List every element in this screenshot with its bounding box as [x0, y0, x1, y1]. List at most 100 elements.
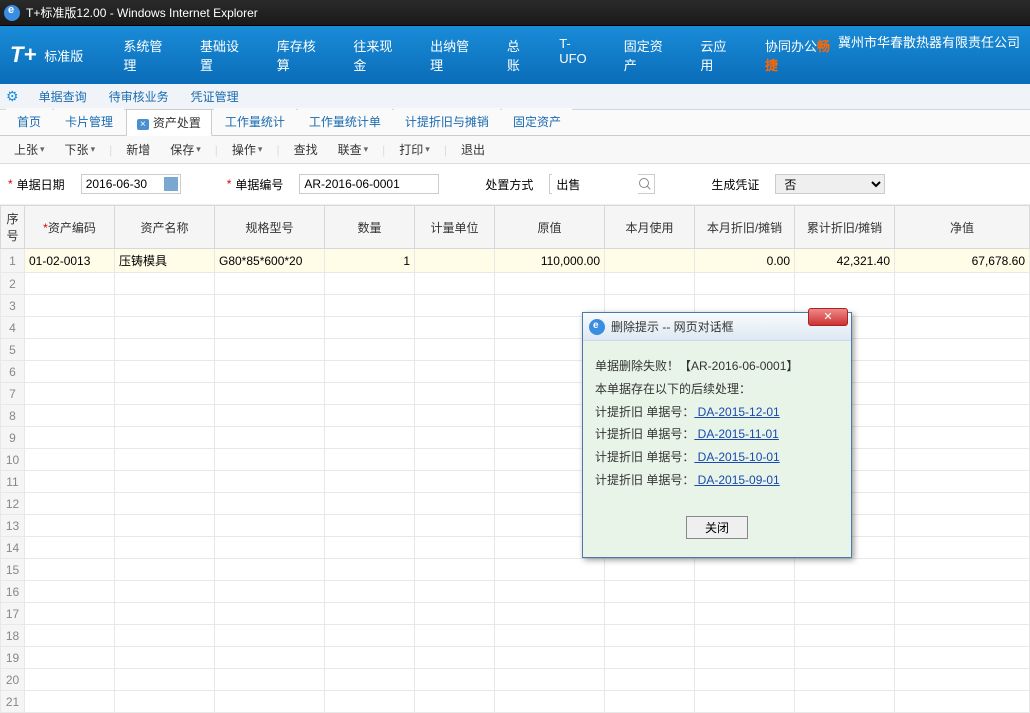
app-logo: T+: [10, 42, 36, 68]
operate-button[interactable]: 操作 ▾: [224, 138, 271, 161]
col-净值: 净值: [895, 206, 1030, 249]
gear-icon[interactable]: ⚙: [6, 88, 19, 105]
table-row[interactable]: 20: [1, 669, 1030, 691]
col-原值: 原值: [495, 206, 605, 249]
company-name: 冀州市华春散热器有限责任公司: [838, 32, 1020, 51]
nav-协同办公[interactable]: 协同办公畅捷: [765, 36, 838, 74]
voucher-label: 生成凭证: [711, 176, 759, 193]
no-label: *单据编号: [227, 176, 284, 193]
nav-出纳管理[interactable]: 出纳管理: [430, 36, 479, 74]
no-input[interactable]: [299, 174, 439, 194]
col-计量单位: 计量单位: [415, 206, 495, 249]
link-button[interactable]: 联查 ▾: [330, 138, 377, 161]
nav-云应用[interactable]: 云应用: [700, 36, 737, 74]
table-row[interactable]: 2: [1, 273, 1030, 295]
date-label: *单据日期: [8, 176, 65, 193]
main-nav: 系统管理基础设置库存核算往来现金出纳管理总账 T-UFO 固定资产云应用协同办公畅捷: [123, 36, 838, 74]
tab-卡片管理[interactable]: 卡片管理: [54, 108, 124, 135]
tab-资产处置[interactable]: ×资产处置: [126, 109, 212, 136]
nav-总账[interactable]: 总账: [507, 36, 531, 74]
table-row[interactable]: 7: [1, 383, 1030, 405]
table-row[interactable]: 9: [1, 427, 1030, 449]
dialog-entry: 计提折旧 单据号： DA-2015-09-01: [595, 469, 839, 492]
dialog-entry: 计提折旧 单据号： DA-2015-12-01: [595, 401, 839, 424]
calendar-icon[interactable]: [164, 177, 178, 191]
table-row[interactable]: 12: [1, 493, 1030, 515]
dialog-entry: 计提折旧 单据号： DA-2015-11-01: [595, 423, 839, 446]
ie-icon: [589, 319, 605, 335]
nav-往来现金[interactable]: 往来现金: [353, 36, 402, 74]
search-icon[interactable]: [638, 177, 652, 191]
col-累计折旧/摊销: 累计折旧/摊销: [795, 206, 895, 249]
sub-凭证管理[interactable]: 凭证管理: [191, 90, 239, 104]
ie-icon: [4, 5, 20, 21]
table-row[interactable]: 13: [1, 515, 1030, 537]
nav-T-UFO[interactable]: T-UFO: [559, 36, 596, 74]
dialog-msg2: 本单据存在以下的后续处理：: [595, 378, 839, 401]
table-row[interactable]: 101-02-0013压铸模具G80*85*600*201110,000.000…: [1, 249, 1030, 273]
sub-toolbar: ⚙ 单据查询 待审核业务 凭证管理: [0, 84, 1030, 110]
table-row[interactable]: 3: [1, 295, 1030, 317]
col-资产名称: 资产名称: [115, 206, 215, 249]
table-row[interactable]: 11: [1, 471, 1030, 493]
table-row[interactable]: 17: [1, 603, 1030, 625]
delete-dialog: ✕ 删除提示 -- 网页对话框 单据删除失败！【AR-2016-06-0001】…: [582, 312, 852, 558]
table-row[interactable]: 14: [1, 537, 1030, 559]
table-row[interactable]: 15: [1, 559, 1030, 581]
table-row[interactable]: 6: [1, 361, 1030, 383]
col-序号: 序号: [1, 206, 25, 249]
tab-工作量统计[interactable]: 工作量统计: [214, 108, 296, 135]
prev-button[interactable]: 上张 ▾: [6, 138, 53, 161]
table-row[interactable]: 8: [1, 405, 1030, 427]
dialog-close-button[interactable]: 关闭: [686, 516, 748, 539]
related-doc-link[interactable]: DA-2015-10-01: [694, 450, 779, 464]
table-row[interactable]: 5: [1, 339, 1030, 361]
nav-系统管理[interactable]: 系统管理: [123, 36, 172, 74]
col-数量: 数量: [325, 206, 415, 249]
related-doc-link[interactable]: DA-2015-11-01: [694, 427, 779, 441]
tab-strip: 首页卡片管理×资产处置工作量统计工作量统计单计提折旧与摊销固定资产: [0, 110, 1030, 136]
voucher-select[interactable]: 否: [775, 174, 885, 194]
new-button[interactable]: 新增: [118, 138, 158, 161]
form-row: *单据日期 *单据编号 处置方式 生成凭证 否: [0, 164, 1030, 205]
action-toolbar: 上张 ▾ 下张 ▾ | 新增 保存 ▾ | 操作 ▾ | 查找 联查 ▾ | 打…: [0, 136, 1030, 164]
table-row[interactable]: 18: [1, 625, 1030, 647]
col-本月折旧/摊销: 本月折旧/摊销: [695, 206, 795, 249]
dialog-body: 单据删除失败！【AR-2016-06-0001】 本单据存在以下的后续处理： 计…: [583, 341, 851, 506]
dialog-entry: 计提折旧 单据号： DA-2015-10-01: [595, 446, 839, 469]
exit-button[interactable]: 退出: [453, 138, 493, 161]
dialog-close-x[interactable]: ✕: [808, 308, 848, 326]
app-edition: 标准版: [44, 46, 83, 65]
print-button[interactable]: 打印 ▾: [391, 138, 438, 161]
sub-待审核业务[interactable]: 待审核业务: [109, 90, 169, 104]
table-row[interactable]: 16: [1, 581, 1030, 603]
nav-固定资产[interactable]: 固定资产: [624, 36, 673, 74]
nav-库存核算[interactable]: 库存核算: [277, 36, 326, 74]
col-本月使用: 本月使用: [605, 206, 695, 249]
table-row[interactable]: 4: [1, 317, 1030, 339]
tab-工作量统计单[interactable]: 工作量统计单: [298, 108, 392, 135]
col-规格型号: 规格型号: [215, 206, 325, 249]
tab-计提折旧与摊销[interactable]: 计提折旧与摊销: [394, 108, 500, 135]
window-title: T+标准版12.00 - Windows Internet Explorer: [26, 4, 258, 21]
related-doc-link[interactable]: DA-2015-09-01: [694, 473, 779, 487]
close-icon[interactable]: ×: [137, 119, 149, 130]
col-资产编码: *资产编码: [25, 206, 115, 249]
dialog-msg1: 单据删除失败！【AR-2016-06-0001】: [595, 355, 839, 378]
related-doc-link[interactable]: DA-2015-12-01: [694, 405, 779, 419]
method-label: 处置方式: [485, 176, 533, 193]
app-header: T+ 标准版 系统管理基础设置库存核算往来现金出纳管理总账 T-UFO 固定资产云应…: [0, 26, 1030, 84]
window-titlebar: T+标准版12.00 - Windows Internet Explorer: [0, 0, 1030, 26]
save-button[interactable]: 保存 ▾: [162, 138, 209, 161]
table-row[interactable]: 19: [1, 647, 1030, 669]
find-button[interactable]: 查找: [286, 138, 326, 161]
table-row[interactable]: 10: [1, 449, 1030, 471]
method-input[interactable]: [552, 174, 638, 194]
tab-固定资产[interactable]: 固定资产: [502, 108, 572, 135]
tab-首页[interactable]: 首页: [6, 108, 52, 135]
nav-基础设置[interactable]: 基础设置: [200, 36, 249, 74]
data-grid: 序号*资产编码资产名称规格型号数量计量单位原值本月使用本月折旧/摊销累计折旧/摊…: [0, 205, 1030, 713]
table-row[interactable]: 21: [1, 691, 1030, 713]
sub-单据查询[interactable]: 单据查询: [39, 90, 87, 104]
next-button[interactable]: 下张 ▾: [57, 138, 104, 161]
